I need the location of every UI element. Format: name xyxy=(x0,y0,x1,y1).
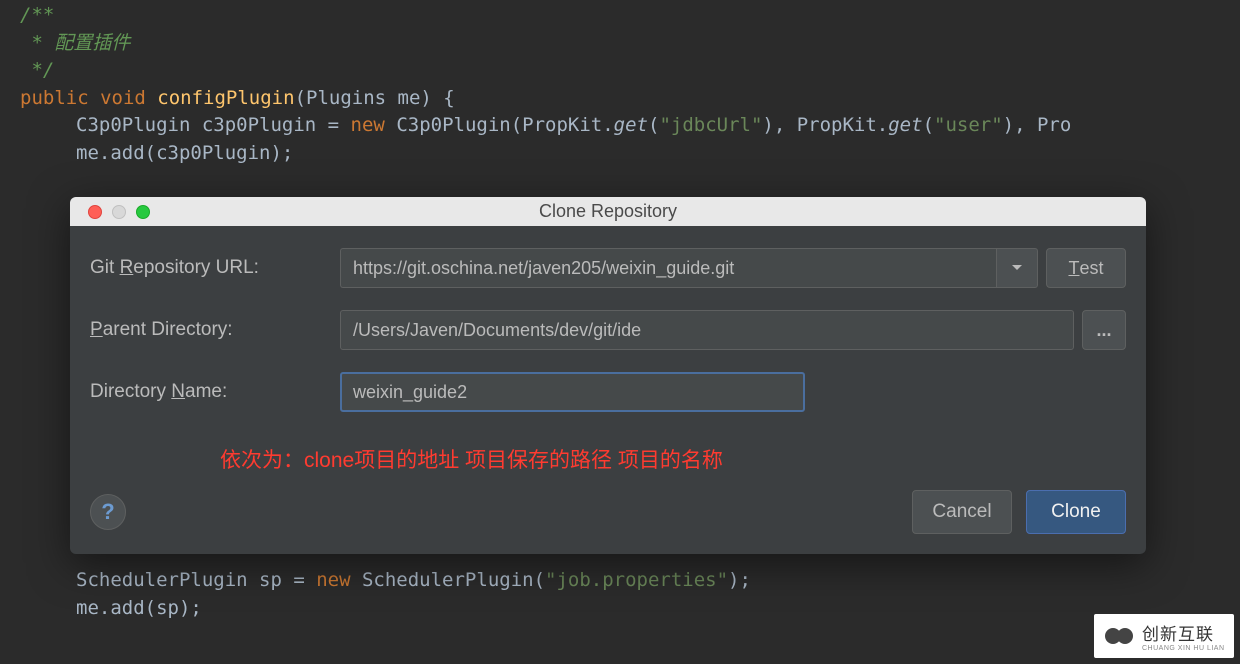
parent-directory-label: Parent Directory: xyxy=(90,319,340,341)
window-controls xyxy=(70,205,150,219)
dialog-footer: ? Cancel Clone xyxy=(70,490,1146,554)
parent-directory-input-group: ... xyxy=(340,310,1126,350)
code-line: public void configPlugin(Plugins me) { xyxy=(20,85,1220,113)
code-line: me.add(c3p0Plugin); xyxy=(20,140,1220,168)
directory-name-label: Directory Name: xyxy=(90,381,340,403)
clone-button[interactable]: Clone xyxy=(1026,490,1126,534)
directory-name-row: Directory Name: xyxy=(90,372,1126,412)
directory-name-input-group xyxy=(340,372,805,412)
minimize-window-button xyxy=(112,205,126,219)
code-line: /** xyxy=(20,2,1220,30)
test-connection-button[interactable]: Test xyxy=(1046,248,1126,288)
watermark-text: 创新互联 CHUANG XIN HU LIAN xyxy=(1142,620,1225,652)
repo-url-dropdown-button[interactable] xyxy=(996,248,1038,288)
repo-url-label: Git Repository URL: xyxy=(90,257,340,279)
method-call: get xyxy=(614,114,648,136)
code-text: ( xyxy=(648,114,659,136)
cancel-button[interactable]: Cancel xyxy=(912,490,1012,534)
watermark-logo: 创新互联 CHUANG XIN HU LIAN xyxy=(1094,614,1234,658)
help-icon: ? xyxy=(101,499,114,525)
chevron-down-icon xyxy=(1011,264,1023,272)
code-text: ), Pro xyxy=(1003,114,1072,136)
parent-directory-input[interactable] xyxy=(340,310,1074,350)
repo-url-input-group: Test xyxy=(340,248,1126,288)
close-window-button[interactable] xyxy=(88,205,102,219)
method-name: configPlugin xyxy=(157,87,294,109)
code-text: ), PropKit. xyxy=(762,114,888,136)
code-text: ( xyxy=(923,114,934,136)
browse-directory-button[interactable]: ... xyxy=(1082,310,1126,350)
method-call: get xyxy=(888,114,922,136)
code-line: * 配置插件 xyxy=(20,30,1220,58)
string-literal: "user" xyxy=(934,114,1003,136)
repo-url-row: Git Repository URL: Test xyxy=(90,248,1126,288)
code-line: C3p0Plugin c3p0Plugin = new C3p0Plugin(P… xyxy=(20,112,1220,140)
keyword: new xyxy=(351,114,397,136)
code-line: */ xyxy=(20,57,1220,85)
help-button[interactable]: ? xyxy=(90,494,126,530)
code-line: me.add(sp); xyxy=(20,595,1220,623)
keyword: public void xyxy=(20,87,157,109)
code-text: SchedulerPlugin( xyxy=(362,569,545,591)
footer-button-group: Cancel Clone xyxy=(912,490,1126,534)
keyword: new xyxy=(316,569,362,591)
dialog-titlebar[interactable]: Clone Repository xyxy=(70,197,1146,226)
code-text: ); xyxy=(728,569,751,591)
maximize-window-button[interactable] xyxy=(136,205,150,219)
dialog-body: Git Repository URL: Test Parent Director… xyxy=(70,226,1146,490)
dialog-title: Clone Repository xyxy=(70,201,1146,222)
code-text: C3p0Plugin c3p0Plugin = xyxy=(76,114,351,136)
annotation-text: 依次为：clone项目的地址 项目保存的路径 项目的名称 xyxy=(90,444,1126,474)
code-text: SchedulerPlugin sp = xyxy=(76,569,316,591)
repo-url-input[interactable] xyxy=(340,248,996,288)
watermark-sub-text: CHUANG XIN HU LIAN xyxy=(1142,645,1225,652)
code-text: C3p0Plugin(PropKit. xyxy=(396,114,613,136)
string-literal: "jdbcUrl" xyxy=(659,114,762,136)
watermark-icon xyxy=(1102,619,1136,653)
string-literal: "job.properties" xyxy=(545,569,728,591)
directory-name-input[interactable] xyxy=(340,372,805,412)
watermark-main-text: 创新互联 xyxy=(1142,620,1225,645)
clone-repository-dialog: Clone Repository Git Repository URL: Tes… xyxy=(70,197,1146,554)
parent-directory-row: Parent Directory: ... xyxy=(90,310,1126,350)
code-text: (Plugins me) { xyxy=(295,87,455,109)
code-line: SchedulerPlugin sp = new SchedulerPlugin… xyxy=(20,567,1220,595)
repo-url-combobox xyxy=(340,248,1038,288)
